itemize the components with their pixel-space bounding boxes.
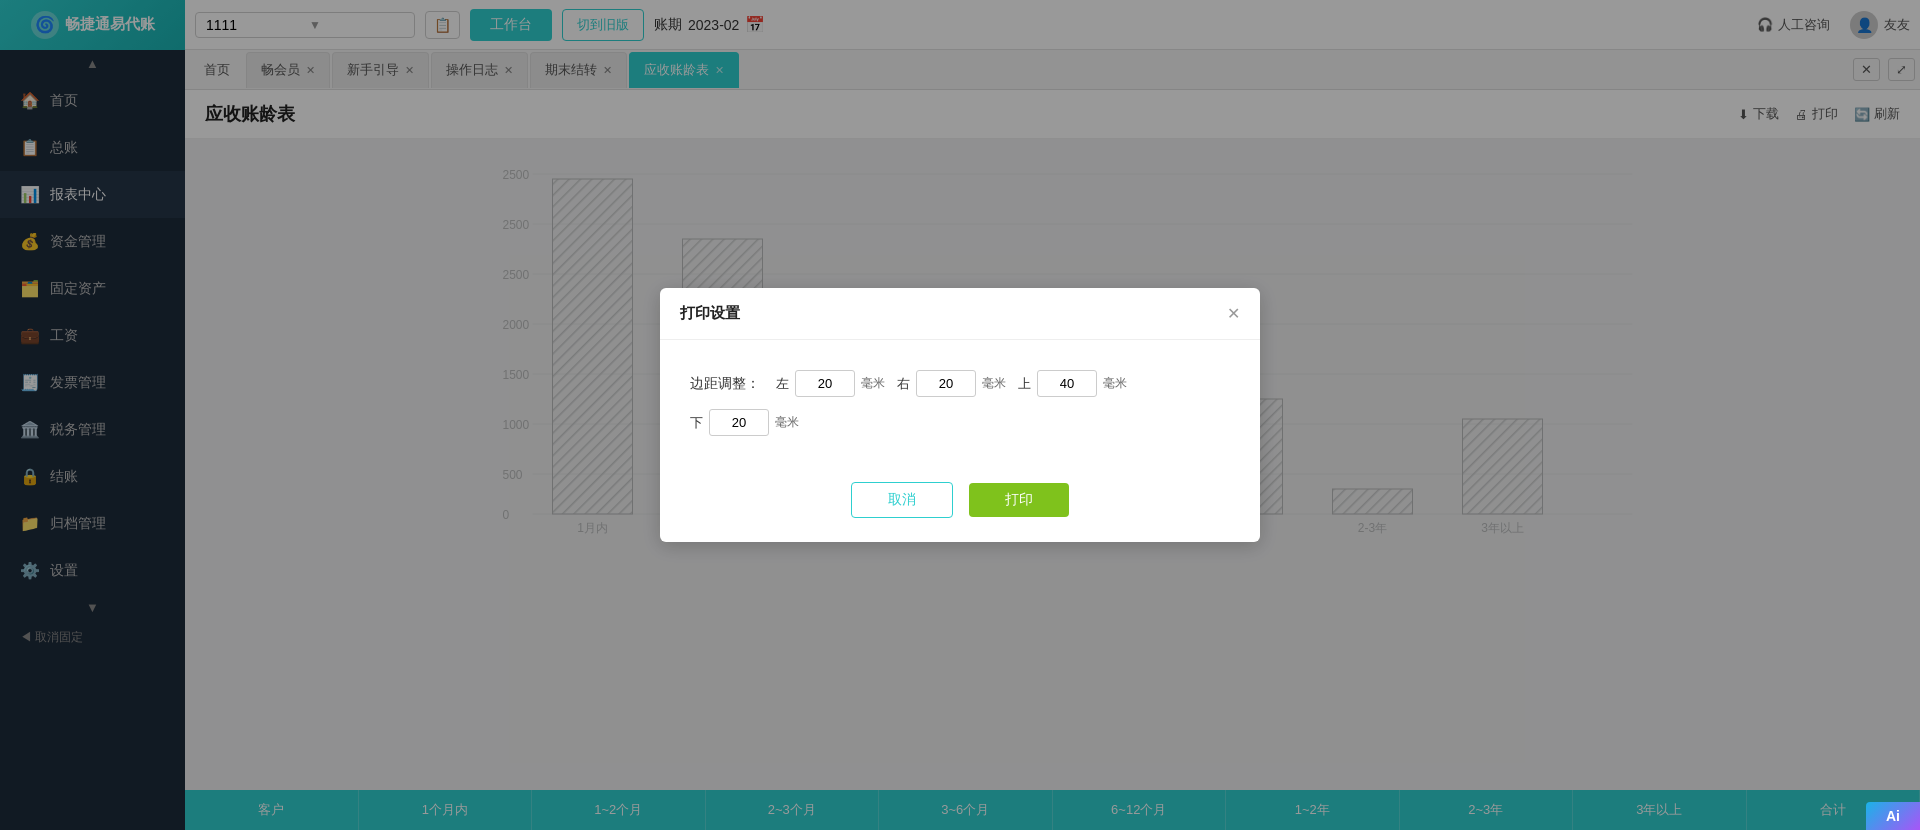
margin-label: 边距调整： [690, 375, 760, 393]
print-confirm-button[interactable]: 打印 [969, 483, 1069, 517]
top-margin-input[interactable] [1037, 370, 1097, 397]
modal-close-button[interactable]: ✕ [1227, 304, 1240, 323]
modal-footer: 取消 打印 [660, 466, 1260, 542]
modal-header: 打印设置 ✕ [660, 288, 1260, 340]
top-margin-group: 上 毫米 [1018, 370, 1127, 397]
left-margin-label: 左 [776, 375, 789, 393]
modal-overlay: 打印设置 ✕ 边距调整： 左 毫米 右 毫米 上 毫米 [0, 0, 1920, 830]
left-margin-input[interactable] [795, 370, 855, 397]
bottom-margin-input[interactable] [709, 409, 769, 436]
bottom-margin-group: 下 毫米 [690, 409, 799, 436]
right-margin-input[interactable] [916, 370, 976, 397]
right-mm-label: 毫米 [982, 375, 1006, 392]
left-mm-label: 毫米 [861, 375, 885, 392]
ai-label: Ai [1886, 808, 1900, 824]
top-margin-label: 上 [1018, 375, 1031, 393]
bottom-mm-label: 毫米 [775, 414, 799, 431]
right-margin-group: 右 毫米 [897, 370, 1006, 397]
ai-badge[interactable]: Ai [1866, 802, 1920, 830]
modal-title: 打印设置 [680, 304, 740, 323]
right-margin-label: 右 [897, 375, 910, 393]
cancel-button[interactable]: 取消 [851, 482, 953, 518]
print-dialog: 打印设置 ✕ 边距调整： 左 毫米 右 毫米 上 毫米 [660, 288, 1260, 542]
modal-body: 边距调整： 左 毫米 右 毫米 上 毫米 下 [660, 340, 1260, 466]
margin-settings-row: 边距调整： 左 毫米 右 毫米 上 毫米 下 [690, 370, 1230, 436]
top-mm-label: 毫米 [1103, 375, 1127, 392]
bottom-margin-label: 下 [690, 414, 703, 432]
left-margin-group: 左 毫米 [776, 370, 885, 397]
